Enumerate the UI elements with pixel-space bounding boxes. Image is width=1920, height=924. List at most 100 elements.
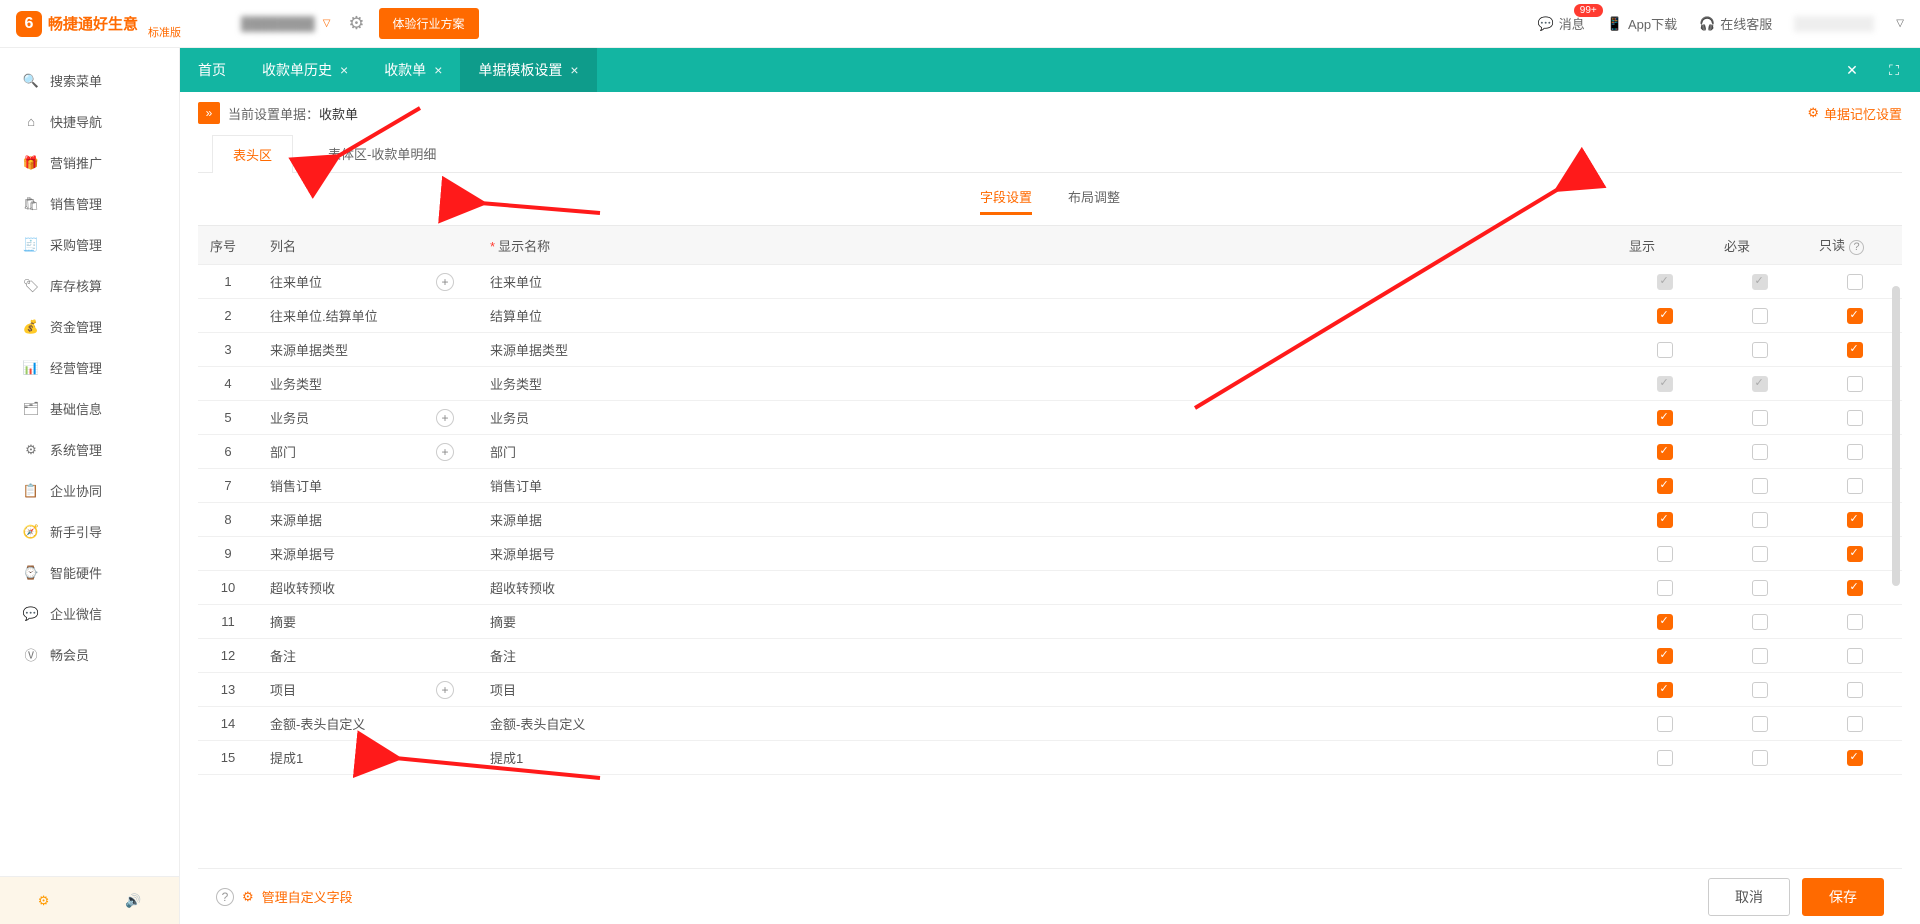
- cell-display-name[interactable]: 项目: [478, 673, 1617, 707]
- sidenav-item-3[interactable]: 🛍销售管理: [0, 183, 179, 224]
- checkbox[interactable]: [1847, 682, 1863, 698]
- checkbox[interactable]: [1847, 376, 1863, 392]
- cell-display-name[interactable]: 来源单据号: [478, 537, 1617, 571]
- memory-settings-link[interactable]: ⚙ 单据记忆设置: [1807, 104, 1902, 123]
- checkbox[interactable]: [1847, 308, 1863, 324]
- cell-display-name[interactable]: 结算单位: [478, 299, 1617, 333]
- add-child-button[interactable]: +: [436, 681, 454, 699]
- tab-2[interactable]: 收款单×: [366, 48, 460, 92]
- checkbox[interactable]: [1657, 410, 1673, 426]
- checkbox[interactable]: [1847, 410, 1863, 426]
- checkbox[interactable]: [1657, 682, 1673, 698]
- experience-plan-button[interactable]: 体验行业方案: [379, 8, 479, 39]
- gear-icon[interactable]: ⚙: [348, 13, 364, 34]
- cancel-button[interactable]: 取消: [1708, 878, 1790, 916]
- customer-service-link[interactable]: 🎧 在线客服: [1699, 14, 1772, 33]
- checkbox[interactable]: [1752, 444, 1768, 460]
- sidenav-item-0[interactable]: 🔍搜索菜单: [0, 60, 179, 101]
- sidenav-item-1[interactable]: ⌂快捷导航: [0, 101, 179, 142]
- help-icon[interactable]: ?: [1849, 240, 1864, 255]
- chevron-down-icon[interactable]: ▽: [323, 18, 331, 29]
- checkbox[interactable]: [1752, 410, 1768, 426]
- cell-display-name[interactable]: 金额-表头自定义: [478, 707, 1617, 741]
- messages-link[interactable]: 💬 消息 99+: [1538, 14, 1585, 33]
- checkbox[interactable]: [1847, 478, 1863, 494]
- checkbox[interactable]: [1847, 614, 1863, 630]
- collapse-button[interactable]: »: [198, 102, 220, 124]
- checkbox[interactable]: [1847, 716, 1863, 732]
- checkbox[interactable]: [1847, 580, 1863, 596]
- checkbox[interactable]: [1657, 444, 1673, 460]
- checkbox[interactable]: [1752, 614, 1768, 630]
- save-button[interactable]: 保存: [1802, 878, 1884, 916]
- account-dropdown[interactable]: ████████: [241, 16, 315, 31]
- cell-display-name[interactable]: 业务员: [478, 401, 1617, 435]
- footer-sound-icon[interactable]: 🔊: [125, 893, 141, 909]
- tab-1[interactable]: 收款单历史×: [244, 48, 366, 92]
- checkbox[interactable]: [1657, 716, 1673, 732]
- checkbox[interactable]: [1752, 580, 1768, 596]
- checkbox[interactable]: [1657, 648, 1673, 664]
- grid-scrollbar[interactable]: [1892, 286, 1900, 586]
- checkbox[interactable]: [1847, 750, 1863, 766]
- cell-display-name[interactable]: 销售订单: [478, 469, 1617, 503]
- checkbox[interactable]: [1657, 580, 1673, 596]
- sidenav-item-2[interactable]: 🎁营销推广: [0, 142, 179, 183]
- user-chevron-icon[interactable]: ▽: [1896, 18, 1904, 29]
- sidenav-item-7[interactable]: 📊经营管理: [0, 347, 179, 388]
- checkbox[interactable]: [1657, 546, 1673, 562]
- footer-gear-icon[interactable]: ⚙: [38, 893, 50, 909]
- cell-display-name[interactable]: 超收转预收: [478, 571, 1617, 605]
- cell-display-name[interactable]: 来源单据: [478, 503, 1617, 537]
- add-child-button[interactable]: +: [436, 443, 454, 461]
- checkbox[interactable]: [1657, 308, 1673, 324]
- cell-display-name[interactable]: 来源单据类型: [478, 333, 1617, 367]
- cell-display-name[interactable]: 摘要: [478, 605, 1617, 639]
- checkbox[interactable]: [1752, 342, 1768, 358]
- cell-display-name[interactable]: 备注: [478, 639, 1617, 673]
- sidenav-item-8[interactable]: 🗂基础信息: [0, 388, 179, 429]
- cell-display-name[interactable]: 部门: [478, 435, 1617, 469]
- sidenav-item-13[interactable]: 💬企业微信: [0, 593, 179, 634]
- checkbox[interactable]: [1752, 648, 1768, 664]
- checkbox[interactable]: [1847, 546, 1863, 562]
- add-child-button[interactable]: +: [436, 409, 454, 427]
- close-icon[interactable]: ×: [434, 62, 442, 78]
- checkbox[interactable]: [1847, 274, 1863, 290]
- sidenav-item-11[interactable]: 🧭新手引导: [0, 511, 179, 552]
- area-tab-1[interactable]: 表体区-收款单明细: [307, 134, 457, 172]
- checkbox[interactable]: [1752, 682, 1768, 698]
- checkbox[interactable]: [1847, 512, 1863, 528]
- checkbox[interactable]: [1657, 512, 1673, 528]
- sub-tab-1[interactable]: 布局调整: [1068, 187, 1120, 215]
- sidenav-item-4[interactable]: 🧾采购管理: [0, 224, 179, 265]
- close-icon[interactable]: ×: [340, 62, 348, 78]
- tab-3[interactable]: 单据模板设置×: [460, 48, 596, 92]
- sub-tab-0[interactable]: 字段设置: [980, 187, 1032, 215]
- checkbox[interactable]: [1847, 444, 1863, 460]
- cell-display-name[interactable]: 业务类型: [478, 367, 1617, 401]
- sidenav-item-6[interactable]: 💰资金管理: [0, 306, 179, 347]
- checkbox[interactable]: [1752, 308, 1768, 324]
- app-download-link[interactable]: 📱 App下载: [1607, 14, 1677, 33]
- checkbox[interactable]: [1847, 648, 1863, 664]
- sidenav-item-10[interactable]: 📋企业协同: [0, 470, 179, 511]
- checkbox[interactable]: [1657, 750, 1673, 766]
- fullscreen-button[interactable]: ⛶: [1880, 56, 1908, 84]
- checkbox[interactable]: [1657, 614, 1673, 630]
- cell-display-name[interactable]: 提成1: [478, 741, 1617, 775]
- user-block[interactable]: [1794, 16, 1874, 32]
- sidenav-item-9[interactable]: ⚙系统管理: [0, 429, 179, 470]
- tab-0[interactable]: 首页: [180, 48, 244, 92]
- checkbox[interactable]: [1847, 342, 1863, 358]
- checkbox[interactable]: [1752, 716, 1768, 732]
- cell-display-name[interactable]: 往来单位: [478, 265, 1617, 299]
- sidenav-item-5[interactable]: 🏷库存核算: [0, 265, 179, 306]
- add-child-button[interactable]: +: [436, 273, 454, 291]
- checkbox[interactable]: [1657, 342, 1673, 358]
- manage-custom-fields-link[interactable]: 管理自定义字段: [262, 887, 353, 906]
- checkbox[interactable]: [1752, 750, 1768, 766]
- checkbox[interactable]: [1752, 478, 1768, 494]
- sidenav-item-12[interactable]: ⌚智能硬件: [0, 552, 179, 593]
- checkbox[interactable]: [1657, 478, 1673, 494]
